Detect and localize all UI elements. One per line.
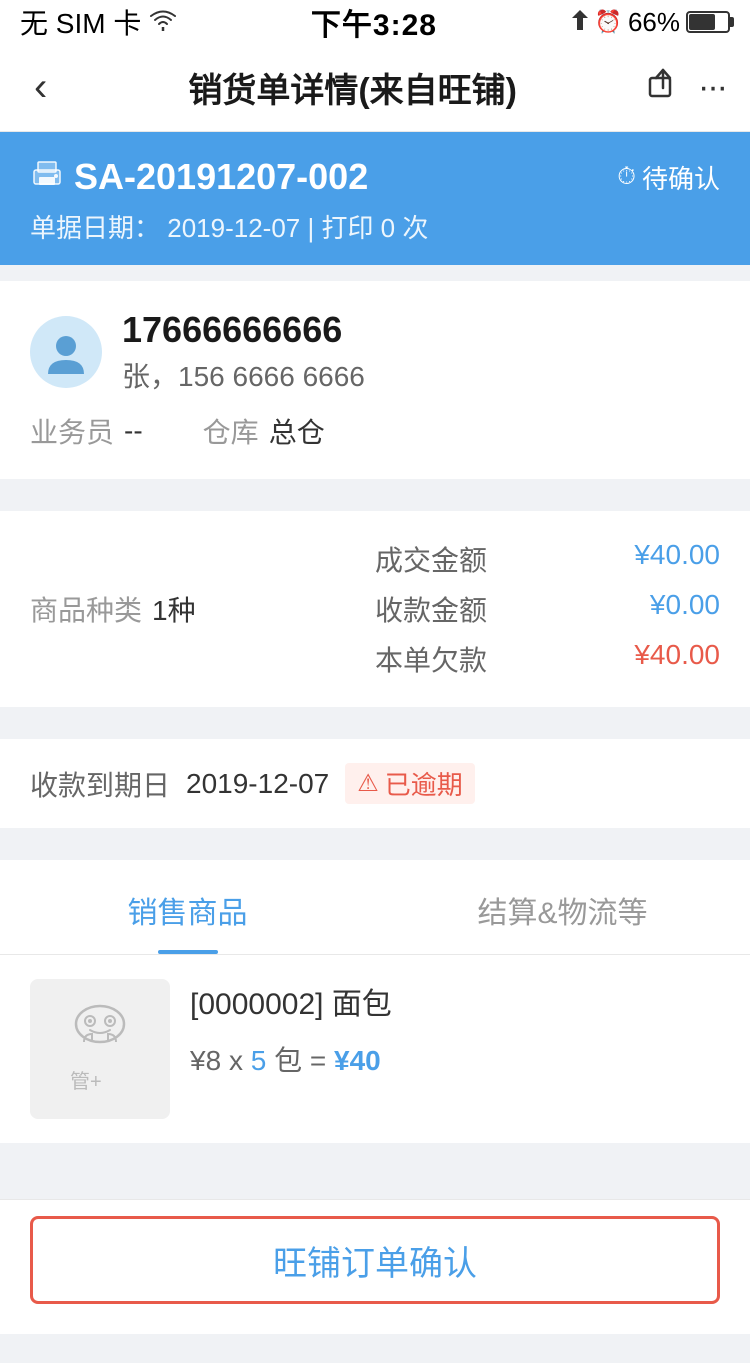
tab-products-label: 销售商品 xyxy=(128,897,248,930)
amount-row-0: 成交金额 ¥40.00 xyxy=(375,539,720,579)
customer-phone: 17666666666 xyxy=(122,309,365,351)
nav-bar: ‹ 销货单详情(来自旺铺) ··· xyxy=(0,44,750,132)
share-button[interactable] xyxy=(648,68,678,107)
location-icon xyxy=(571,7,589,38)
product-name: [0000002] 面包 xyxy=(190,979,720,1023)
back-button[interactable]: ‹ xyxy=(24,55,57,120)
product-total: ¥40 xyxy=(334,1045,381,1076)
due-date-card: 收款到期日 2019-12-07 ⚠ 已逾期 xyxy=(0,739,750,828)
more-button[interactable]: ··· xyxy=(698,68,726,107)
wifi-icon xyxy=(149,6,177,38)
divider-3 xyxy=(0,723,750,739)
tab-settlement[interactable]: 结算&物流等 xyxy=(375,860,750,954)
customer-phone-block: 17666666666 张，156 6666 6666 xyxy=(122,309,365,395)
amount-label-1: 收款金额 xyxy=(375,589,487,629)
due-date-value: 2019-12-07 xyxy=(186,768,329,800)
order-id: SA-20191207-002 xyxy=(30,156,368,198)
carrier-label: 无 SIM 卡 xyxy=(20,2,141,42)
clock-icon: ⏱ xyxy=(617,163,636,191)
product-logo-icon xyxy=(70,1004,130,1063)
product-price: ¥8 xyxy=(190,1045,221,1076)
status-right: ⏰ 66% xyxy=(571,7,730,38)
order-status-text: 待确认 xyxy=(642,159,720,196)
nav-actions: ··· xyxy=(648,68,726,107)
time-display: 下午3:28 xyxy=(311,0,437,44)
product-name-text: 面包 xyxy=(332,988,392,1021)
product-card: 管+ [0000002] 面包 ¥8 x 5 包 = ¥40 xyxy=(0,955,750,1143)
divider-2 xyxy=(0,495,750,511)
multiply-symbol: x xyxy=(229,1045,251,1076)
avatar xyxy=(30,316,102,388)
confirm-button[interactable]: 旺铺订单确认 xyxy=(30,1216,720,1304)
product-code: [0000002] xyxy=(190,988,323,1021)
summary-card: 商品种类 1种 成交金额 ¥40.00 收款金额 ¥0.00 本单欠款 ¥40.… xyxy=(0,511,750,707)
order-status: ⏱ 待确认 xyxy=(617,159,720,196)
amount-value-1: ¥0.00 xyxy=(650,589,720,629)
item-type-row: 商品种类 1种 xyxy=(30,589,375,629)
product-logo-text: 管+ xyxy=(70,1065,130,1094)
product-unit: 包 xyxy=(274,1045,302,1076)
tabs-container: 销售商品 结算&物流等 xyxy=(0,860,750,955)
customer-card: 17666666666 张，156 6666 6666 业务员 -- 仓库 总仓 xyxy=(0,281,750,479)
overdue-text: 已逾期 xyxy=(385,765,463,802)
amount-row-2: 本单欠款 ¥40.00 xyxy=(375,639,720,679)
amount-label-0: 成交金额 xyxy=(375,539,487,579)
product-price-row: ¥8 x 5 包 = ¥40 xyxy=(190,1039,720,1079)
amount-value-0: ¥40.00 xyxy=(634,539,720,579)
divider-4 xyxy=(0,844,750,860)
order-print-info: | 打印 0 次 xyxy=(307,213,428,243)
alarm-icon: ⏰ xyxy=(595,9,622,35)
amount-row-1: 收款金额 ¥0.00 xyxy=(375,589,720,629)
warehouse-value: 总仓 xyxy=(269,411,325,451)
warning-icon: ⚠ xyxy=(357,769,379,798)
order-header: SA-20191207-002 ⏱ 待确认 单据日期： 2019-12-07 |… xyxy=(0,132,750,265)
sales-value: -- xyxy=(124,415,143,447)
amount-label-2: 本单欠款 xyxy=(375,639,487,679)
page-title: 销货单详情(来自旺铺) xyxy=(57,63,648,112)
printer-icon xyxy=(30,160,64,195)
amount-value-2: ¥40.00 xyxy=(634,639,720,679)
tab-products[interactable]: 销售商品 xyxy=(0,860,375,954)
sales-label: 业务员 xyxy=(30,411,114,451)
status-left: 无 SIM 卡 xyxy=(20,2,177,42)
tab-settlement-label: 结算&物流等 xyxy=(477,897,647,930)
summary-left: 商品种类 1种 xyxy=(30,539,375,679)
summary-right: 成交金额 ¥40.00 收款金额 ¥0.00 本单欠款 ¥40.00 xyxy=(375,539,720,679)
customer-name: 张，156 6666 6666 xyxy=(122,355,365,395)
product-image: 管+ xyxy=(30,979,170,1119)
item-type-label: 商品种类 xyxy=(30,589,142,629)
warehouse-meta: 仓库 总仓 xyxy=(203,411,325,451)
customer-meta: 业务员 -- 仓库 总仓 xyxy=(30,411,720,451)
equals-symbol: = xyxy=(310,1045,334,1076)
divider-1 xyxy=(0,265,750,281)
due-date-label: 收款到期日 xyxy=(30,764,170,804)
status-bar: 无 SIM 卡 下午3:28 ⏰ 66% xyxy=(0,0,750,44)
item-type-value: 1种 xyxy=(152,589,196,629)
product-qty: 5 xyxy=(251,1045,267,1076)
sales-meta: 业务员 -- xyxy=(30,411,143,451)
product-info: [0000002] 面包 ¥8 x 5 包 = ¥40 xyxy=(190,979,720,1079)
product-logo: 管+ xyxy=(70,1004,130,1094)
order-id-row: SA-20191207-002 ⏱ 待确认 xyxy=(30,156,720,198)
warehouse-label: 仓库 xyxy=(203,411,259,451)
overdue-badge: ⚠ 已逾期 xyxy=(345,763,475,804)
order-date-value: 2019-12-07 xyxy=(167,213,300,243)
order-id-text: SA-20191207-002 xyxy=(74,156,368,198)
order-date-label: 单据日期： xyxy=(30,213,160,243)
order-date-row: 单据日期： 2019-12-07 | 打印 0 次 xyxy=(30,208,720,245)
battery-icon xyxy=(686,11,730,33)
customer-top: 17666666666 张，156 6666 6666 xyxy=(30,309,720,395)
bottom-bar: 旺铺订单确认 xyxy=(0,1199,750,1334)
battery-percent: 66% xyxy=(628,7,680,38)
